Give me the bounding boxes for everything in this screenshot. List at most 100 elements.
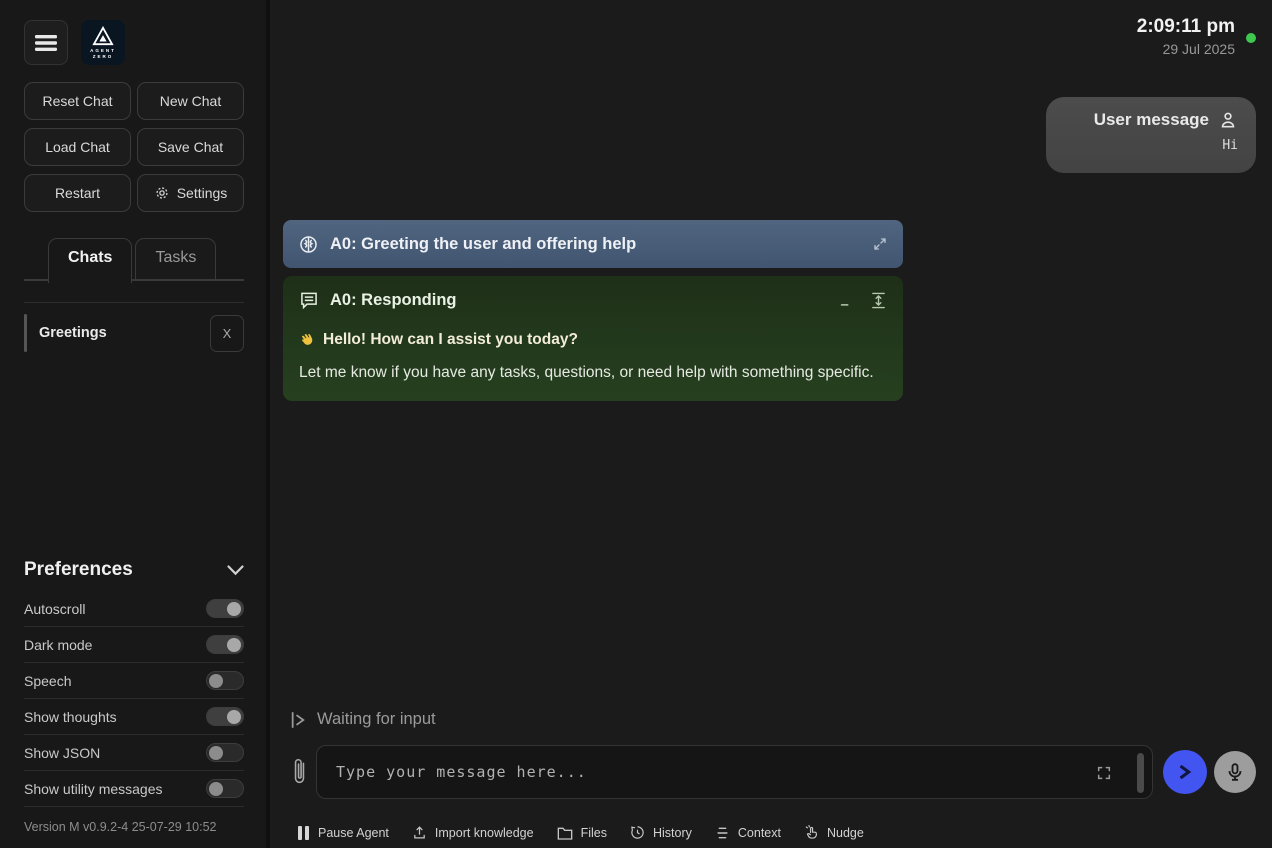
agent-response-box: A0: Responding Hello! How can I assist y… [283, 276, 903, 401]
agent-heading-bar: A0: Greeting the user and offering help [283, 220, 903, 268]
save-chat-button[interactable]: Save Chat [137, 128, 244, 166]
pref-row-show-json: Show JSON [24, 735, 244, 771]
sidebar-buttons: Reset Chat New Chat Load Chat Save Chat … [24, 82, 244, 212]
pref-row-show-utility: Show utility messages [24, 771, 244, 807]
sidebar-tabs: Chats Tasks [24, 238, 244, 283]
toggle-knob [209, 781, 223, 796]
folder-icon [557, 826, 573, 840]
history-clock-icon [630, 825, 645, 840]
nudge-hand-icon [804, 825, 819, 840]
clock-time: 2:09:11 pm [1136, 16, 1235, 37]
logo-row: AGENT ZERO [24, 20, 244, 65]
chat-item-close-button[interactable]: X [210, 314, 244, 352]
pref-label: Speech [24, 672, 72, 689]
sidebar-top: AGENT ZERO Reset Chat New Chat Load Chat… [24, 20, 244, 360]
toolbar-label: Pause Agent [318, 825, 389, 840]
message-icon [299, 290, 319, 310]
import-knowledge-button[interactable]: Import knowledge [412, 825, 534, 840]
agent-heading-title: A0: Greeting the user and offering help [330, 234, 637, 253]
upload-icon [412, 825, 427, 840]
agent-zero-logo[interactable]: AGENT ZERO [81, 20, 125, 65]
speech-toggle[interactable] [206, 671, 244, 690]
chat-list-item[interactable]: Greetings X [24, 306, 244, 360]
dark-mode-toggle[interactable] [206, 635, 244, 654]
preferences-header[interactable]: Preferences [24, 559, 244, 581]
pref-label: Show JSON [24, 744, 101, 761]
clock: 2:09:11 pm 29 Jul 2025 [1137, 16, 1256, 57]
show-utility-toggle[interactable] [206, 779, 244, 798]
toolbar-label: Import knowledge [434, 825, 534, 840]
pref-label: Show utility messages [24, 780, 163, 797]
clock-date: 29 Jul 2025 [1162, 41, 1235, 57]
agent-messages: A0: Greeting the user and offering help … [283, 220, 903, 401]
fullscreen-icon[interactable] [1096, 765, 1112, 781]
online-dot-icon [1246, 33, 1256, 43]
pref-label: Dark mode [24, 636, 93, 653]
pref-row-speech: Speech [24, 663, 244, 699]
tab-chats[interactable]: Chats [48, 238, 133, 283]
context-lines-icon [715, 826, 730, 840]
autoscroll-toggle[interactable] [206, 599, 244, 618]
pause-icon [298, 825, 310, 840]
chevron-down-icon [227, 564, 244, 576]
toggle-knob [227, 601, 241, 616]
menu-button[interactable] [24, 20, 68, 65]
pref-row-dark-mode: Dark mode [24, 627, 244, 663]
toolbar-label: History [652, 825, 692, 840]
nudge-button[interactable]: Nudge [804, 825, 864, 840]
agent-response-title: A0: Responding [330, 290, 457, 309]
toolbar-label: Context [737, 825, 781, 840]
chat-list-divider [24, 302, 244, 303]
minimize-icon[interactable] [839, 293, 854, 308]
message-input-box [316, 745, 1153, 799]
hamburger-icon [35, 34, 57, 51]
bottom-toolbar: Pause Agent Import knowledge Files Histo… [298, 825, 864, 840]
send-arrow-icon [1174, 761, 1196, 783]
files-button[interactable]: Files [557, 825, 607, 840]
chat-panel: 2:09:11 pm 29 Jul 2025 User message Hi A… [274, 0, 1272, 848]
expand-diagonal-icon[interactable] [872, 236, 888, 252]
status-bar: Waiting for input [290, 710, 436, 729]
history-button[interactable]: History [630, 825, 692, 840]
user-message-title: User message [1093, 110, 1209, 129]
user-message-text: Hi [1222, 138, 1238, 153]
chat-item-accent-bar [24, 314, 27, 352]
send-button[interactable] [1163, 750, 1207, 794]
microphone-button[interactable] [1214, 751, 1256, 793]
microphone-icon [1224, 761, 1246, 783]
context-button[interactable]: Context [715, 825, 781, 840]
gear-icon [154, 185, 170, 201]
brain-icon [298, 234, 319, 255]
reset-chat-button[interactable]: Reset Chat [24, 82, 131, 120]
person-icon [1218, 110, 1238, 130]
pref-label: Autoscroll [24, 600, 86, 617]
message-input[interactable] [317, 746, 1152, 798]
pause-agent-button[interactable]: Pause Agent [298, 825, 389, 840]
toolbar-label: Nudge [826, 825, 864, 840]
sidebar: AGENT ZERO Reset Chat New Chat Load Chat… [0, 0, 270, 848]
load-chat-button[interactable]: Load Chat [24, 128, 131, 166]
toolbar-label: Files [580, 825, 607, 840]
status-text: Waiting for input [317, 710, 436, 728]
version-text: Version M v0.9.2-4 25-07-29 10:52 [24, 820, 217, 834]
toggle-knob [227, 709, 241, 724]
tab-tasks[interactable]: Tasks [135, 238, 217, 279]
preferences-title: Preferences [24, 559, 133, 580]
restart-button[interactable]: Restart [24, 174, 131, 212]
paperclip-icon[interactable] [290, 756, 309, 788]
agent-response-greeting: Hello! How can I assist you today? [323, 331, 578, 348]
sidebar-bottom: Preferences Autoscroll Dark mode Speech … [24, 559, 244, 834]
new-chat-button[interactable]: New Chat [137, 82, 244, 120]
unfold-vertical-icon[interactable] [870, 291, 887, 310]
toggle-knob [209, 673, 223, 688]
pref-label: Show thoughts [24, 708, 117, 725]
agent-response-body: Let me know if you have any tasks, quest… [299, 364, 874, 381]
settings-button[interactable]: Settings [137, 174, 244, 212]
chat-item-name: Greetings [39, 325, 107, 341]
composer [274, 745, 1272, 799]
show-json-toggle[interactable] [206, 743, 244, 762]
pref-row-show-thoughts: Show thoughts [24, 699, 244, 735]
input-scrollbar[interactable] [1137, 753, 1144, 793]
user-message-bubble: User message Hi [1046, 97, 1256, 173]
show-thoughts-toggle[interactable] [206, 707, 244, 726]
